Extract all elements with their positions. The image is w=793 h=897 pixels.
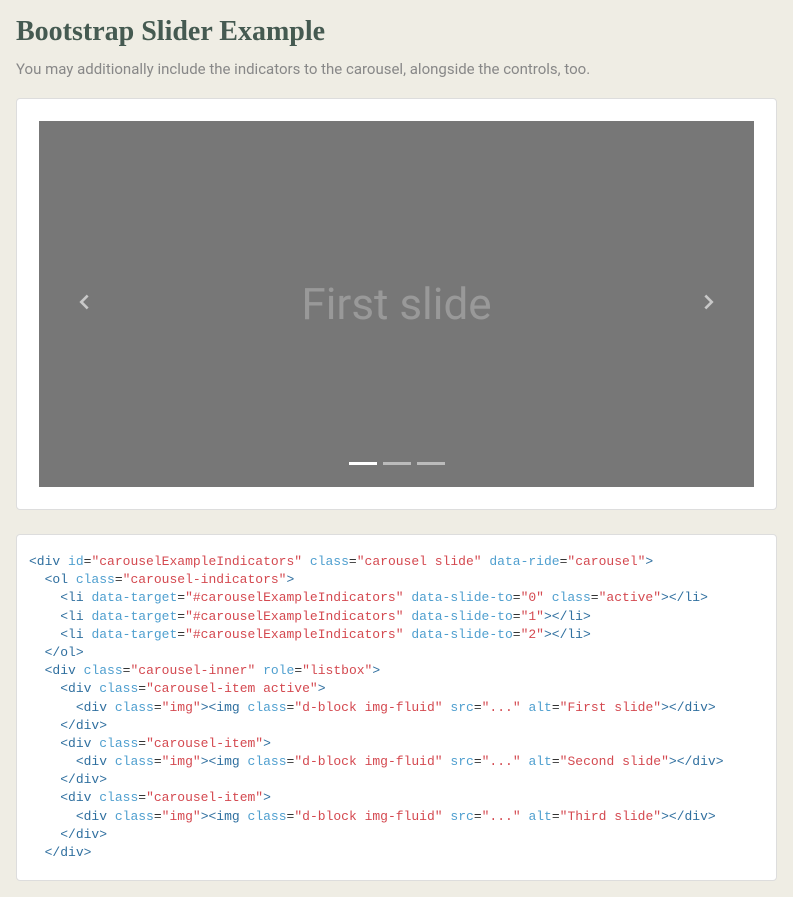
carousel-prev-button[interactable] bbox=[39, 121, 129, 487]
chevron-right-icon bbox=[698, 291, 720, 317]
page-title: Bootstrap Slider Example bbox=[16, 16, 777, 48]
indicator-1[interactable] bbox=[349, 462, 377, 465]
indicator-3[interactable] bbox=[417, 462, 445, 465]
indicator-2[interactable] bbox=[383, 462, 411, 465]
slide-label: First slide bbox=[301, 278, 491, 330]
carousel-indicators bbox=[39, 462, 754, 465]
code-content: <div id="carouselExampleIndicators" clas… bbox=[29, 553, 764, 862]
code-block: <div id="carouselExampleIndicators" clas… bbox=[16, 534, 777, 881]
intro-before: You may additionally include the indicat… bbox=[16, 60, 346, 78]
chevron-left-icon bbox=[73, 291, 95, 317]
carousel-link[interactable]: carousel bbox=[346, 60, 403, 78]
carousel-card: First slide bbox=[16, 98, 777, 510]
carousel: First slide bbox=[39, 121, 754, 487]
intro-after: , alongside the controls, too. bbox=[403, 60, 590, 78]
intro-text: You may additionally include the indicat… bbox=[16, 60, 777, 78]
carousel-next-button[interactable] bbox=[664, 121, 754, 487]
